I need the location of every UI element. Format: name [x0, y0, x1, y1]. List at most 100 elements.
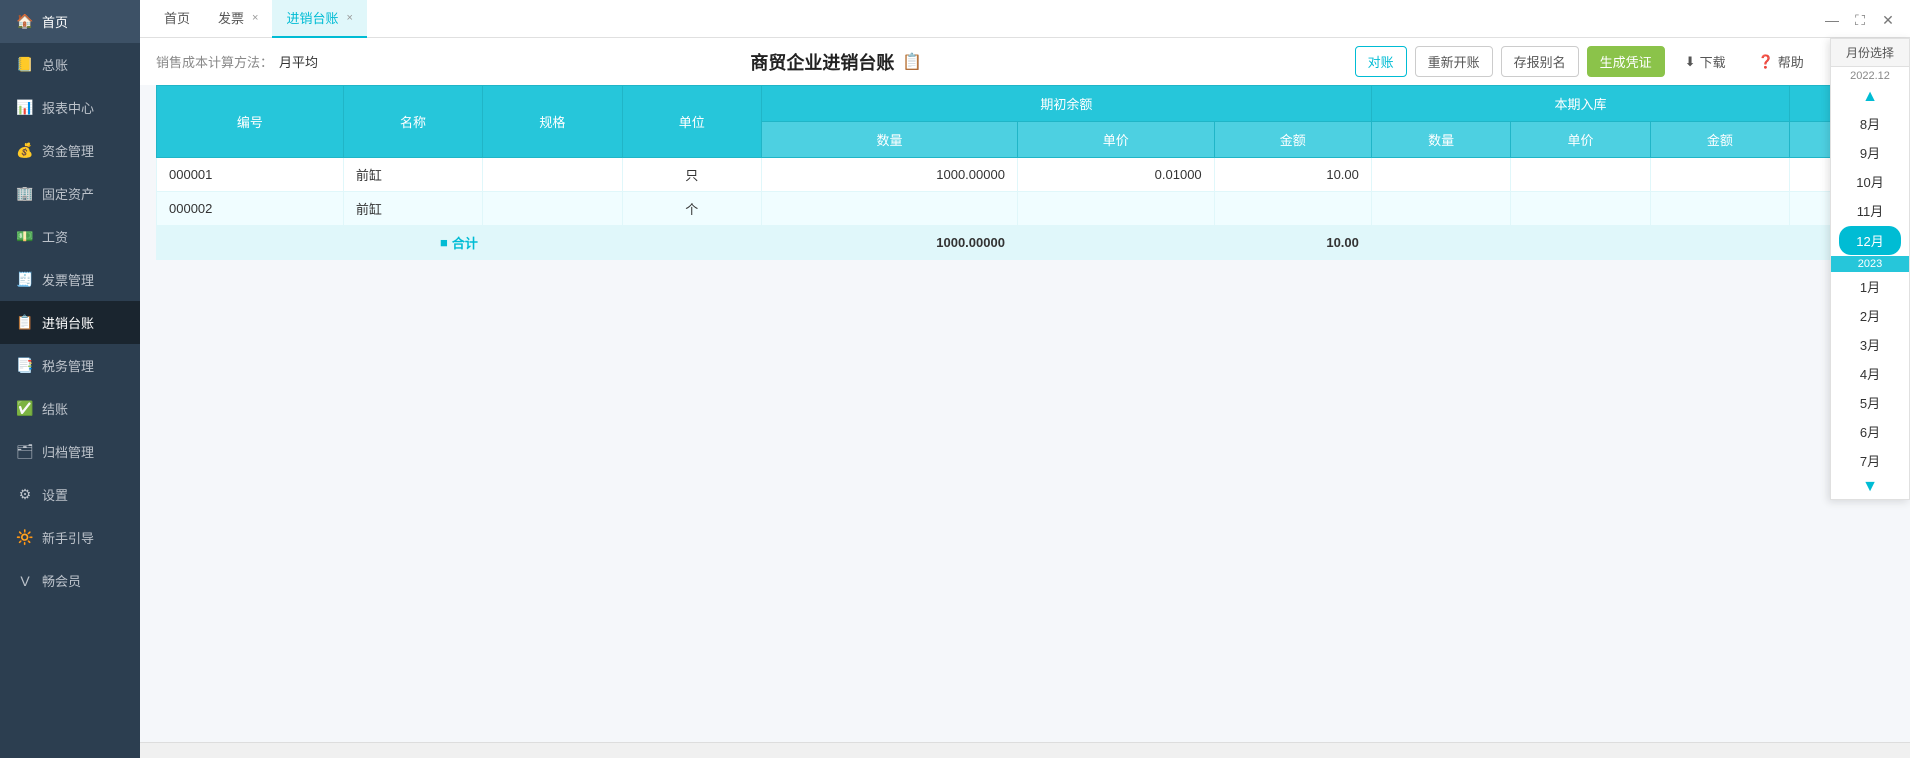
cell-spec-2 [483, 192, 622, 226]
table-wrapper: 编号 名称 规格 单位 期初余额 本期入库 数量 单价 金额 数量 单价 金额 … [140, 85, 1910, 742]
sidebar-item-fund-management[interactable]: 💰 资金管理 [0, 129, 140, 172]
sidebar-item-payroll[interactable]: 💵 工资 [0, 215, 140, 258]
cell-ci-price-2 [1511, 192, 1650, 226]
sidebar-item-label: 发票管理 [42, 270, 94, 289]
col-header-ob-price: 单价 [1017, 122, 1214, 158]
save-alias-button[interactable]: 存报别名 [1501, 46, 1579, 77]
asset-icon: 🏢 [16, 185, 34, 202]
tab-invoice[interactable]: 发票 × [204, 0, 272, 38]
tax-icon: 📑 [16, 357, 34, 374]
total-ob-amount: 10.00 [1214, 226, 1371, 260]
table-row: 000002 前缸 个 [157, 192, 1894, 226]
total-ob-price [1017, 226, 1214, 260]
col-header-ob-amount: 金额 [1214, 122, 1371, 158]
month-item-1[interactable]: 1月 [1831, 272, 1909, 301]
maximize-button[interactable]: ⛶ [1848, 8, 1872, 32]
sidebar-item-label: 固定资产 [42, 184, 94, 203]
main-area: — ⛶ ✕ 首页 发票 × 进销台账 × 销售成本计算方法： 月平均 商贸企业进… [140, 0, 1910, 758]
col-header-current-in: 本期入库 [1371, 86, 1789, 122]
page-title: 商贸企业进销台账 [750, 49, 894, 75]
month-item-11[interactable]: 11月 [1831, 196, 1909, 225]
month-item-8[interactable]: 8月 [1831, 109, 1909, 138]
total-row: ■ 合计 1000.00000 10.00 [157, 226, 1894, 260]
month-item-2[interactable]: 2月 [1831, 301, 1909, 330]
month-item-9[interactable]: 9月 [1831, 138, 1909, 167]
payroll-icon: 💵 [16, 228, 34, 245]
sidebar-item-member[interactable]: V 畅会员 [0, 559, 140, 602]
window-controls: — ⛶ ✕ [1810, 0, 1910, 40]
cell-ob-price-2 [1017, 192, 1214, 226]
sidebar-item-label: 报表中心 [42, 98, 94, 117]
generate-voucher-button[interactable]: 生成凭证 [1587, 46, 1665, 77]
cell-name-1: 前缸 [343, 158, 482, 192]
sidebar-item-beginner-guide[interactable]: 🔆 新手引导 [0, 516, 140, 559]
month-item-5[interactable]: 5月 [1831, 388, 1909, 417]
sidebar-item-archive-management[interactable]: 🗂 归档管理 [0, 430, 140, 473]
cost-method-value: 月平均 [279, 52, 318, 71]
download-icon: ⬇ [1685, 54, 1696, 70]
cell-ob-qty-2 [761, 192, 1017, 226]
cell-ci-price-1 [1511, 158, 1650, 192]
month-item-12[interactable]: 12月 [1839, 226, 1901, 255]
sidebar-item-report-center[interactable]: 📊 报表中心 [0, 86, 140, 129]
close-button[interactable]: ✕ [1876, 8, 1900, 32]
month-item-3[interactable]: 3月 [1831, 330, 1909, 359]
col-header-unit: 单位 [622, 86, 761, 158]
cell-ci-amount-2 [1650, 192, 1789, 226]
col-header-code: 编号 [157, 86, 344, 158]
cell-code-2: 000002 [157, 192, 344, 226]
month-item-6[interactable]: 6月 [1831, 417, 1909, 446]
month-panel-current-year: 2022.12 [1831, 67, 1909, 85]
table-row: 000001 前缸 只 1000.00000 0.01000 10.00 [157, 158, 1894, 192]
month-item-10[interactable]: 10月 [1831, 167, 1909, 196]
tab-home[interactable]: 首页 [150, 0, 204, 38]
tab-purchase-sales-close[interactable]: × [346, 12, 352, 24]
tab-purchase-sales[interactable]: 进销台账 × [272, 0, 366, 38]
month-item-7[interactable]: 7月 [1831, 446, 1909, 475]
tab-bar: 首页 发票 × 进销台账 × [140, 0, 1910, 38]
month-nav-down[interactable]: ▼ [1831, 475, 1909, 499]
month-nav-up[interactable]: ▲ [1831, 85, 1909, 109]
total-ci-amount [1650, 226, 1789, 260]
cell-ci-amount-1 [1650, 158, 1789, 192]
report-icon: 📊 [16, 99, 34, 116]
year-2023-tag: 2023 [1831, 256, 1909, 272]
col-header-ci-price: 单价 [1511, 122, 1650, 158]
reopen-button[interactable]: 重新开账 [1415, 46, 1493, 77]
settlement-icon: ✅ [16, 400, 34, 417]
sidebar-item-label: 结账 [42, 399, 68, 418]
ledger-icon: 📒 [16, 56, 34, 73]
download-button[interactable]: ⬇ 下载 [1673, 47, 1738, 76]
sidebar-item-purchase-sales[interactable]: 📋 进销台账 [0, 301, 140, 344]
home-icon: 🏠 [16, 13, 34, 30]
month-panel-title: 月份选择 [1831, 39, 1909, 67]
sidebar-item-label: 税务管理 [42, 356, 94, 375]
sidebar-item-label: 新手引导 [42, 528, 94, 547]
sidebar-item-settings[interactable]: ⚙ 设置 [0, 473, 140, 516]
sidebar-item-tax-management[interactable]: 📑 税务管理 [0, 344, 140, 387]
title-edit-icon[interactable]: 📋 [902, 52, 922, 72]
sidebar: 🏠 首页 📒 总账 📊 报表中心 💰 资金管理 🏢 固定资产 💵 工资 🧾 发票… [0, 0, 140, 758]
guide-icon: 🔆 [16, 529, 34, 546]
cell-ci-qty-2 [1371, 192, 1510, 226]
tab-invoice-label: 发票 [218, 8, 244, 27]
cell-ob-qty-1: 1000.00000 [761, 158, 1017, 192]
sidebar-item-label: 设置 [42, 485, 68, 504]
reconcile-button[interactable]: 对账 [1355, 46, 1407, 77]
total-text: 合计 [452, 233, 478, 252]
tab-invoice-close[interactable]: × [252, 12, 258, 24]
sidebar-item-label: 首页 [42, 12, 68, 31]
sidebar-item-settlement[interactable]: ✅ 结账 [0, 387, 140, 430]
col-header-name: 名称 [343, 86, 482, 158]
sidebar-item-invoice-management[interactable]: 🧾 发票管理 [0, 258, 140, 301]
sidebar-item-home[interactable]: 🏠 首页 [0, 0, 140, 43]
sidebar-item-label: 总账 [42, 55, 68, 74]
col-header-ci-amount: 金额 [1650, 122, 1789, 158]
sidebar-item-general-ledger[interactable]: 📒 总账 [0, 43, 140, 86]
month-item-4[interactable]: 4月 [1831, 359, 1909, 388]
minimize-button[interactable]: — [1820, 8, 1844, 32]
sidebar-item-label: 工资 [42, 227, 68, 246]
scroll-bar[interactable] [140, 742, 1910, 758]
help-button[interactable]: ❓ 帮助 [1746, 47, 1816, 76]
sidebar-item-fixed-assets[interactable]: 🏢 固定资产 [0, 172, 140, 215]
